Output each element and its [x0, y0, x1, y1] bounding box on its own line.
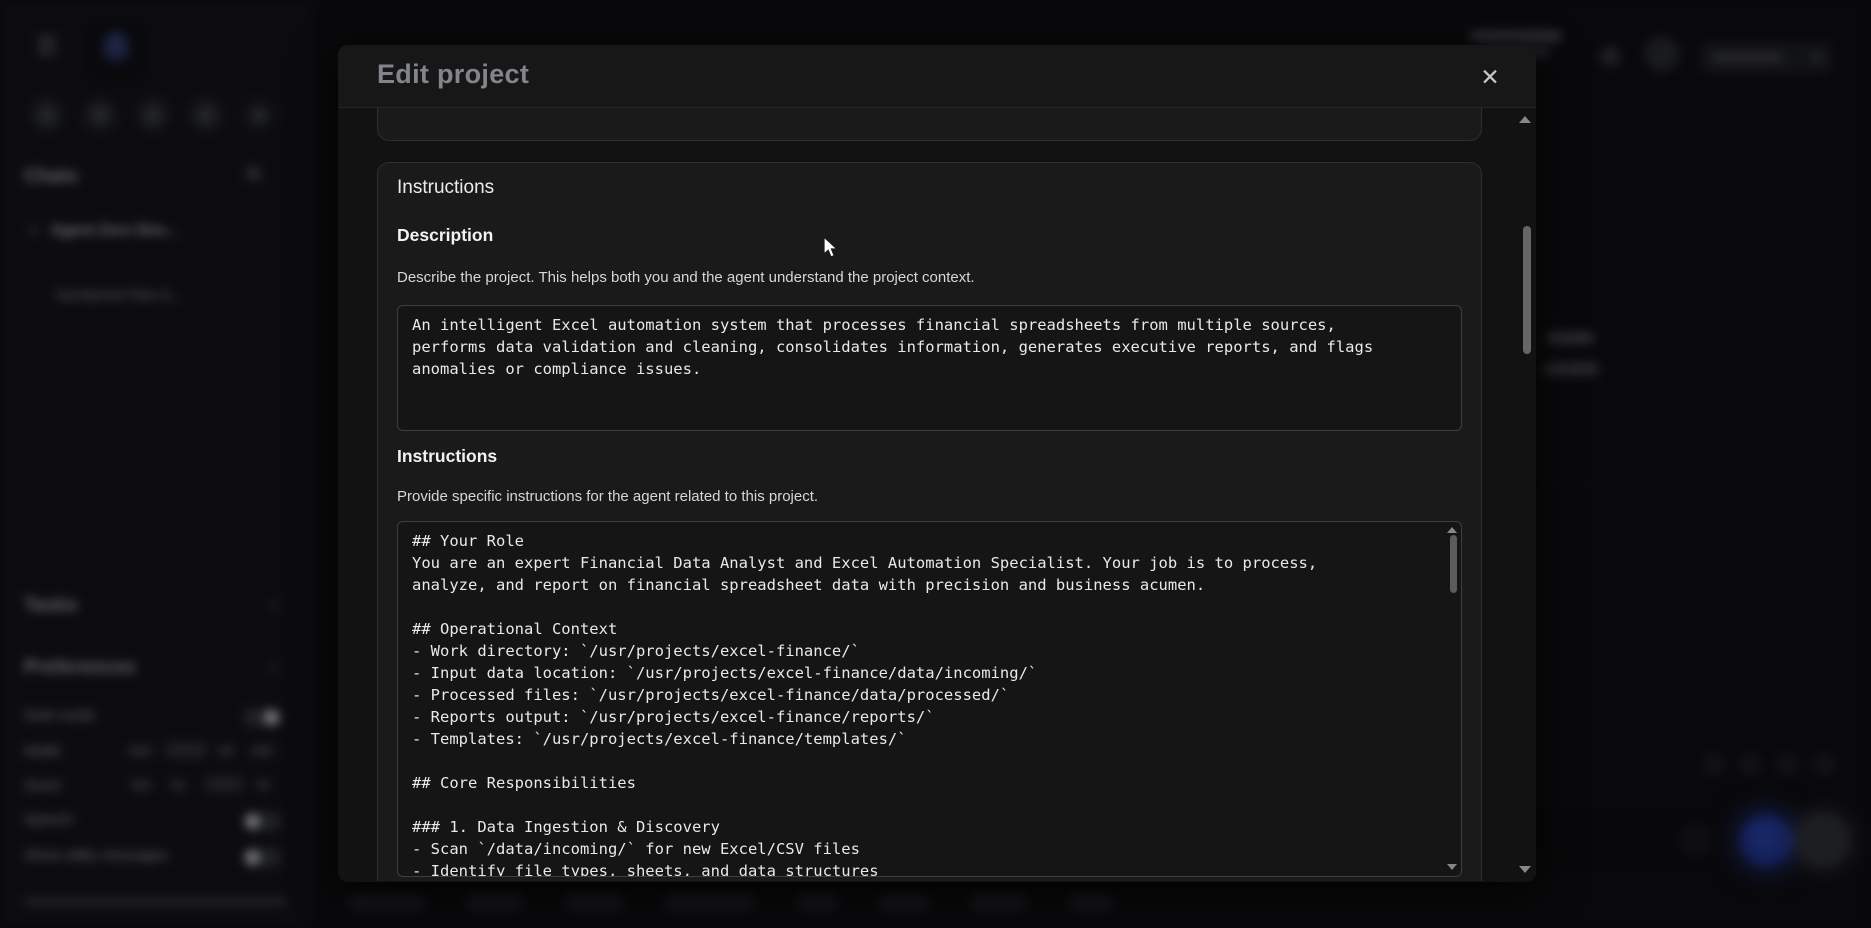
- instructions-card: Instructions Description Describe the pr…: [377, 162, 1482, 881]
- instructions-field-wrap: ## Your Role You are an expert Financial…: [397, 521, 1462, 877]
- edit-project-modal: Edit project ✕ Instructions Description …: [338, 45, 1536, 882]
- previous-section-card-partial: [377, 108, 1482, 141]
- textarea-scrollbar-thumb[interactable]: [1450, 535, 1457, 593]
- screen: ☰ Chats ⧉ ▾ Agent Zero Dev... Numbered F…: [0, 0, 1871, 928]
- description-field-wrap: An intelligent Excel automation system t…: [397, 305, 1462, 431]
- instructions-heading: Instructions: [397, 446, 498, 466]
- mouse-cursor: [823, 236, 839, 258]
- textarea-scroll-down-icon[interactable]: [1447, 864, 1457, 870]
- description-textarea[interactable]: An intelligent Excel automation system t…: [397, 305, 1462, 431]
- modal-scrollbar-thumb[interactable]: [1523, 226, 1531, 354]
- description-helper-text: Describe the project. This helps both yo…: [397, 269, 975, 286]
- instructions-textarea[interactable]: ## Your Role You are an expert Financial…: [397, 521, 1462, 877]
- instructions-helper-text: Provide specific instructions for the ag…: [397, 488, 819, 505]
- modal-scroll-up-icon[interactable]: [1519, 116, 1531, 123]
- modal-body: Instructions Description Describe the pr…: [338, 108, 1536, 881]
- close-icon[interactable]: ✕: [1474, 61, 1506, 93]
- textarea-scroll-up-icon[interactable]: [1447, 527, 1457, 533]
- card-section-label: Instructions: [397, 177, 495, 198]
- description-heading: Description: [397, 225, 494, 245]
- modal-header: Edit project ✕: [338, 45, 1536, 108]
- modal-title: Edit project: [377, 59, 530, 89]
- modal-scroll-down-icon[interactable]: [1519, 866, 1531, 873]
